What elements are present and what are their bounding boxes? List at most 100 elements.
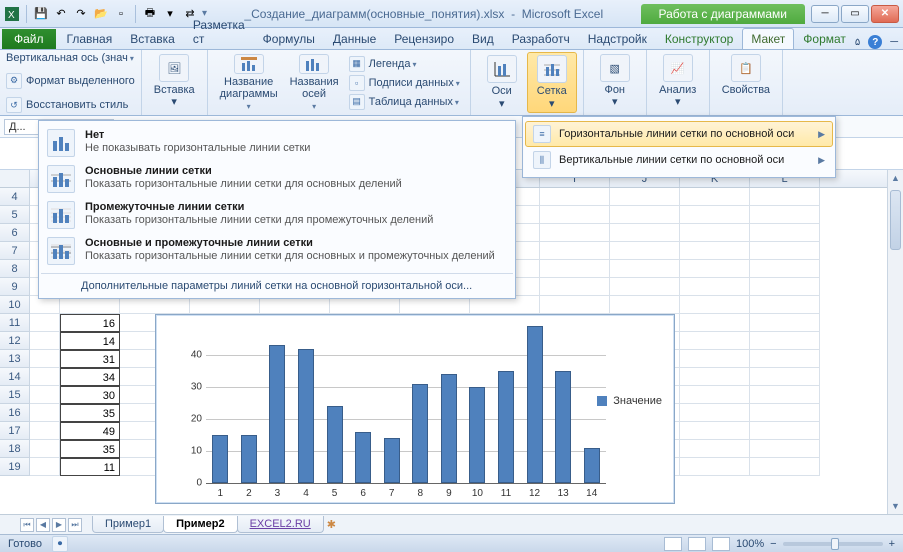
cell[interactable] bbox=[30, 314, 60, 332]
zoom-slider[interactable] bbox=[783, 542, 883, 546]
cell[interactable] bbox=[750, 188, 820, 206]
tab-view[interactable]: Вид bbox=[463, 29, 503, 49]
cell[interactable] bbox=[540, 206, 610, 224]
sheet-nav-first-icon[interactable]: ⏮ bbox=[20, 518, 34, 532]
cell[interactable]: 35 bbox=[60, 404, 120, 422]
cell[interactable]: 31 bbox=[60, 350, 120, 368]
sheet-tab[interactable]: EXCEL2.RU bbox=[237, 516, 324, 533]
cell[interactable] bbox=[30, 404, 60, 422]
cell[interactable] bbox=[680, 314, 750, 332]
legend-button[interactable]: Легенда bbox=[369, 58, 417, 70]
open-icon[interactable]: 📂 bbox=[93, 6, 109, 22]
chart-bar[interactable] bbox=[212, 435, 228, 483]
sheet-nav-buttons[interactable]: ⏮ ◀ ▶ ⏭ bbox=[20, 518, 82, 532]
tab-data[interactable]: Данные bbox=[324, 29, 385, 49]
cell[interactable]: 14 bbox=[60, 332, 120, 350]
undo-icon[interactable]: ↶ bbox=[53, 6, 69, 22]
gridlines-button[interactable]: Сетка▾ bbox=[527, 52, 577, 113]
vertical-scrollbar[interactable]: ▲ ▼ bbox=[887, 170, 903, 514]
minimize-button[interactable]: ─ bbox=[811, 5, 839, 23]
chart-bar[interactable] bbox=[584, 448, 600, 483]
data-table-button[interactable]: Таблица данных bbox=[369, 96, 459, 108]
qat-more-icon[interactable]: ▾ bbox=[162, 6, 178, 22]
row-header[interactable]: 6 bbox=[0, 224, 30, 242]
submenu-item-vertical-gridlines[interactable]: ⫼ Вертикальные линии сетки по основной о… bbox=[525, 147, 833, 173]
cell[interactable] bbox=[750, 368, 820, 386]
zoom-level[interactable]: 100% bbox=[736, 538, 764, 550]
cell[interactable]: 16 bbox=[60, 314, 120, 332]
menu-item-minor[interactable]: Промежуточные линии сеткиПоказать горизо… bbox=[41, 197, 513, 233]
cell[interactable] bbox=[750, 206, 820, 224]
row-header[interactable]: 15 bbox=[0, 386, 30, 404]
properties-button[interactable]: 📋 Свойства bbox=[716, 52, 776, 98]
cell[interactable] bbox=[680, 242, 750, 260]
scroll-up-icon[interactable]: ▲ bbox=[888, 170, 903, 186]
view-page-layout-button[interactable] bbox=[688, 537, 706, 551]
menu-item-major-minor[interactable]: Основные и промежуточные линии сеткиПока… bbox=[41, 233, 513, 269]
tab-addins[interactable]: Надстройк bbox=[579, 29, 656, 49]
cell[interactable] bbox=[680, 404, 750, 422]
cell[interactable] bbox=[680, 296, 750, 314]
cell[interactable] bbox=[680, 332, 750, 350]
cell[interactable] bbox=[750, 260, 820, 278]
cell[interactable] bbox=[30, 386, 60, 404]
sheet-nav-next-icon[interactable]: ▶ bbox=[52, 518, 66, 532]
cell[interactable] bbox=[610, 224, 680, 242]
scroll-down-icon[interactable]: ▼ bbox=[888, 498, 903, 514]
tab-insert[interactable]: Вставка bbox=[121, 29, 184, 49]
cell[interactable] bbox=[680, 368, 750, 386]
cell[interactable] bbox=[30, 422, 60, 440]
chart-title-button[interactable]: Название диаграммы▾ bbox=[214, 52, 284, 113]
chart-object[interactable]: 0102030401234567891011121314 Значение bbox=[155, 314, 675, 504]
cell[interactable] bbox=[680, 278, 750, 296]
zoom-in-button[interactable]: + bbox=[889, 538, 895, 550]
cell[interactable]: 49 bbox=[60, 422, 120, 440]
cell[interactable] bbox=[750, 458, 820, 476]
row-header[interactable]: 19 bbox=[0, 458, 30, 476]
data-labels-button[interactable]: Подписи данных bbox=[369, 77, 460, 89]
redo-icon[interactable]: ↷ bbox=[73, 6, 89, 22]
cell[interactable] bbox=[750, 440, 820, 458]
cell[interactable] bbox=[680, 260, 750, 278]
view-normal-button[interactable] bbox=[664, 537, 682, 551]
new-sheet-icon[interactable]: ✱ bbox=[327, 518, 336, 531]
new-icon[interactable]: ▫ bbox=[113, 6, 129, 22]
tab-ctx-layout[interactable]: Макет bbox=[742, 28, 794, 49]
row-header[interactable]: 8 bbox=[0, 260, 30, 278]
cell[interactable]: 34 bbox=[60, 368, 120, 386]
chart-bar[interactable] bbox=[384, 438, 400, 483]
cell[interactable] bbox=[610, 242, 680, 260]
submenu-item-horizontal-gridlines[interactable]: ≡ Горизонтальные линии сетки по основной… bbox=[525, 121, 833, 147]
select-all-corner[interactable] bbox=[0, 170, 30, 187]
chart-bar[interactable] bbox=[355, 432, 371, 483]
chart-bar[interactable] bbox=[469, 387, 485, 483]
format-selection-button[interactable]: Формат выделенного bbox=[26, 75, 135, 87]
sheet-tab[interactable]: Пример2 bbox=[163, 516, 237, 533]
tab-ctx-design[interactable]: Конструктор bbox=[656, 29, 742, 49]
reset-style-button[interactable]: Восстановить стиль bbox=[26, 99, 128, 111]
chart-bar[interactable] bbox=[327, 406, 343, 483]
maximize-button[interactable]: ▭ bbox=[841, 5, 869, 23]
cell[interactable] bbox=[750, 350, 820, 368]
cell[interactable] bbox=[540, 188, 610, 206]
cell[interactable] bbox=[750, 314, 820, 332]
save-icon[interactable]: 💾 bbox=[33, 6, 49, 22]
chart-bar[interactable] bbox=[298, 349, 314, 483]
file-tab[interactable]: Файл bbox=[2, 29, 56, 49]
cell[interactable] bbox=[30, 458, 60, 476]
tab-review[interactable]: Рецензиро bbox=[385, 29, 463, 49]
zoom-out-button[interactable]: − bbox=[770, 538, 776, 550]
axes-button[interactable]: Оси▾ bbox=[477, 52, 527, 113]
close-button[interactable]: ✕ bbox=[871, 5, 899, 23]
cell[interactable] bbox=[610, 188, 680, 206]
cell[interactable] bbox=[610, 296, 680, 314]
workbook-minimize-icon[interactable]: ─ bbox=[890, 36, 898, 48]
sheet-nav-prev-icon[interactable]: ◀ bbox=[36, 518, 50, 532]
cell[interactable] bbox=[750, 278, 820, 296]
cell[interactable] bbox=[680, 422, 750, 440]
cell[interactable] bbox=[680, 440, 750, 458]
cell[interactable] bbox=[680, 386, 750, 404]
ribbon-minimize-icon[interactable]: ۵ bbox=[855, 37, 860, 48]
zoom-thumb[interactable] bbox=[831, 538, 839, 550]
cell[interactable] bbox=[750, 386, 820, 404]
